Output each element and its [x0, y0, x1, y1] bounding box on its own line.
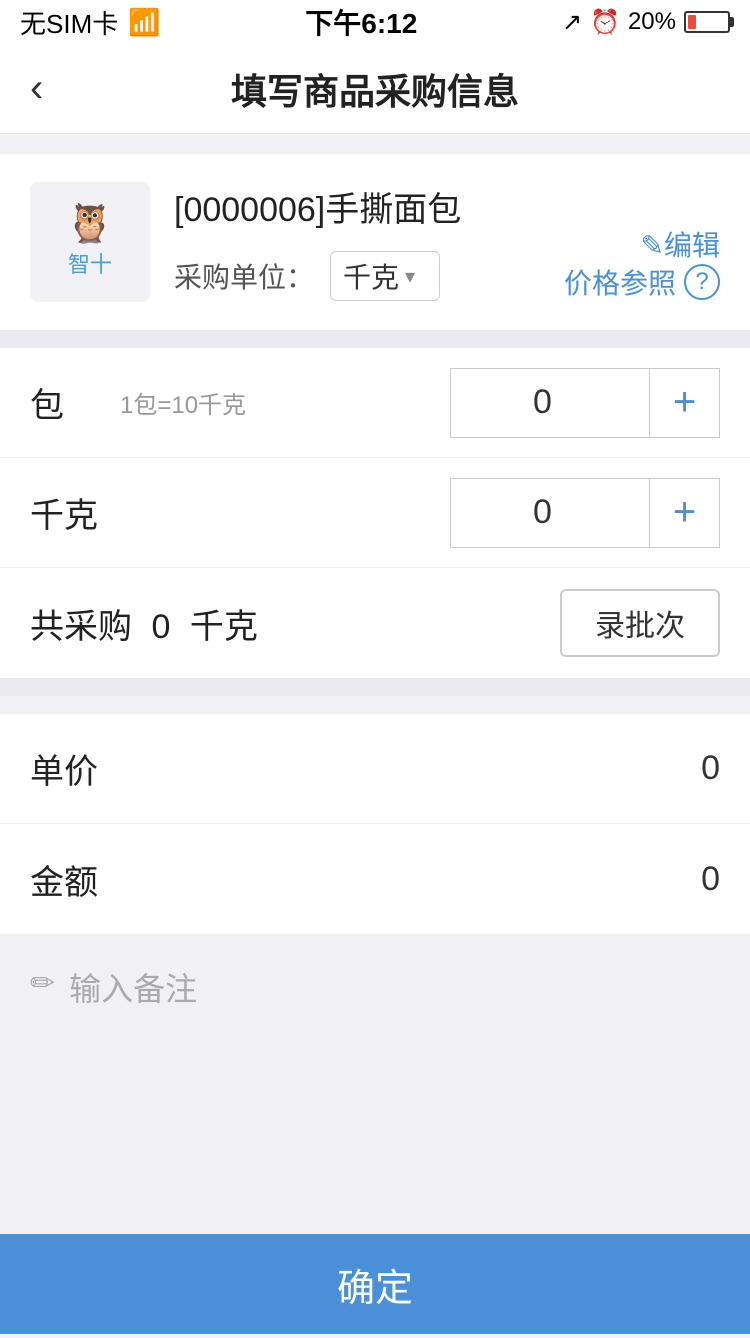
quantity-input-kg[interactable]: [450, 478, 650, 548]
label-kg: 千克: [30, 488, 110, 537]
info-icon[interactable]: ?: [684, 264, 720, 300]
quantity-input-bao[interactable]: [450, 368, 650, 438]
product-image: 🦉 智十: [30, 182, 150, 302]
input-section: 包 1包=10千克 + 千克 + 共采购 0 千克 录批次: [0, 348, 750, 678]
edit-button[interactable]: ✎编辑: [641, 224, 720, 264]
price-ref-row: 价格参照 ?: [564, 262, 720, 302]
price-section: 单价 0 金额 0: [0, 714, 750, 934]
input-group-kg: +: [450, 478, 720, 548]
notes-section[interactable]: ✏ 输入备注: [0, 936, 750, 1038]
input-group-bao: +: [450, 368, 720, 438]
product-name: [0000006]手撕面包: [174, 182, 720, 231]
total-row: 共采购 0 千克 录批次: [0, 568, 750, 678]
product-card: 🦉 智十 [0000006]手撕面包 采购单位： 千克 ▾ ✎编辑 价格参照 ?: [0, 154, 750, 330]
location-icon: ↗: [562, 8, 582, 37]
unit-price-value: 0: [701, 749, 720, 788]
amount-label: 金额: [30, 855, 98, 904]
notes-placeholder: 输入备注: [69, 964, 197, 1010]
confirm-button[interactable]: 确定: [0, 1234, 750, 1334]
alarm-icon: ⏰: [590, 8, 620, 37]
plus-button-bao[interactable]: +: [650, 368, 720, 438]
plus-button-kg[interactable]: +: [650, 478, 720, 548]
logo-text: 智十: [66, 247, 113, 279]
status-right: ↗ ⏰ 20%: [562, 8, 730, 37]
section-divider-2: [0, 678, 750, 696]
battery-percent: 20%: [628, 8, 676, 36]
price-ref-button[interactable]: 价格参照: [564, 262, 676, 302]
carrier-text: 无SIM卡: [20, 4, 118, 41]
pencil-icon: ✏: [30, 966, 55, 1001]
status-time: 下午6:12: [305, 2, 417, 42]
product-actions: ✎编辑: [641, 224, 720, 264]
unit-label: 采购单位：: [174, 256, 314, 296]
nav-bar: ‹ 填写商品采购信息: [0, 44, 750, 134]
dropdown-arrow-icon: ▾: [405, 264, 415, 289]
batch-button[interactable]: 录批次: [560, 589, 720, 657]
input-row-kg: 千克 +: [0, 458, 750, 568]
page-title: 填写商品采购信息: [231, 63, 519, 115]
total-value: 0: [151, 608, 170, 646]
input-row-bao: 包 1包=10千克 +: [0, 348, 750, 458]
sublabel-bao: 1包=10千克: [120, 385, 246, 420]
unit-value: 千克: [343, 256, 399, 296]
price-row-unit: 单价 0: [0, 714, 750, 824]
wifi-icon: 📶: [128, 7, 160, 38]
unit-price-label: 单价: [30, 744, 98, 793]
label-bao: 包: [30, 378, 110, 427]
status-bar: 无SIM卡 📶 下午6:12 ↗ ⏰ 20%: [0, 0, 750, 44]
battery-icon: [684, 11, 730, 33]
unit-select[interactable]: 千克 ▾: [330, 251, 440, 301]
price-row-amount: 金额 0: [0, 824, 750, 934]
owl-icon: 🦉: [66, 205, 113, 243]
status-left: 无SIM卡 📶: [20, 4, 161, 41]
back-button[interactable]: ‹: [30, 66, 43, 111]
total-unit: 千克: [190, 608, 258, 646]
amount-value: 0: [701, 860, 720, 899]
section-divider-1: [0, 330, 750, 348]
total-label: 共采购 0 千克: [30, 599, 258, 648]
